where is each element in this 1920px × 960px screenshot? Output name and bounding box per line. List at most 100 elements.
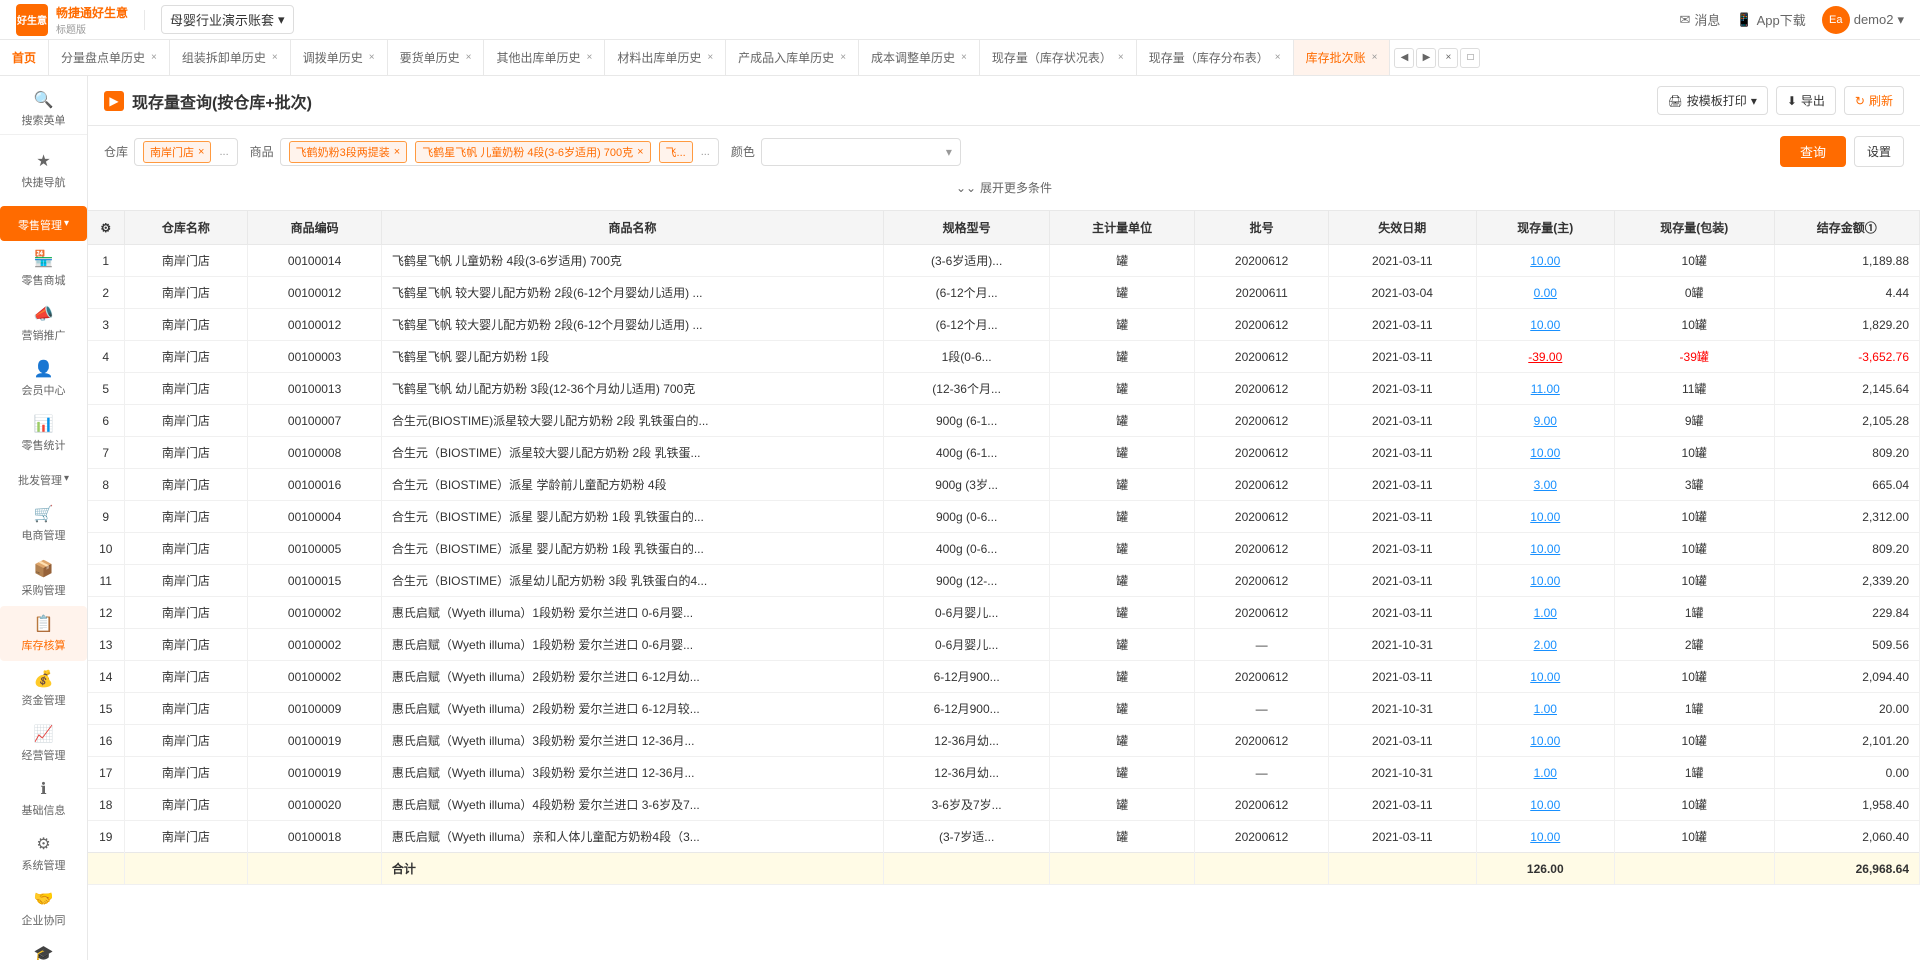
td-name: 飞鹤星飞帆 婴儿配方奶粉 1段 bbox=[381, 341, 883, 373]
td-qty-main[interactable]: 10.00 bbox=[1476, 533, 1614, 565]
tab-close-icon[interactable]: × bbox=[369, 52, 375, 63]
tab-材料出库单历史[interactable]: 材料出库单历史 × bbox=[605, 40, 726, 75]
tab-产成品入库单历史[interactable]: 产成品入库单历史 × bbox=[726, 40, 859, 75]
td-qty-main[interactable]: 10.00 bbox=[1476, 501, 1614, 533]
goods-tag1-close[interactable]: × bbox=[394, 146, 400, 158]
tab-其他出库单历史[interactable]: 其他出库单历史 × bbox=[484, 40, 605, 75]
td-qty-main[interactable]: 10.00 bbox=[1476, 565, 1614, 597]
sidebar-item-资金管理[interactable]: 💰 资金管理 bbox=[0, 661, 87, 716]
tab-prev-btn[interactable]: ◀ bbox=[1394, 48, 1414, 68]
warehouse-tag-close[interactable]: × bbox=[198, 146, 204, 158]
settings-btn[interactable]: 设置 bbox=[1854, 136, 1904, 167]
warehouse-input[interactable]: 南岸门店 × ... bbox=[134, 138, 238, 166]
td-expire: 2021-03-11 bbox=[1328, 661, 1476, 693]
td-expire: 2021-03-04 bbox=[1328, 277, 1476, 309]
total-qty: 126.00 bbox=[1476, 853, 1614, 885]
tab-close-icon[interactable]: × bbox=[961, 52, 967, 63]
tab-现存量库存状况表[interactable]: 现存量（库存状况表） × bbox=[980, 40, 1137, 75]
tab-成本调整单历史[interactable]: 成本调整单历史 × bbox=[859, 40, 980, 75]
td-qty-main[interactable]: 2.00 bbox=[1476, 629, 1614, 661]
tab-next-btn[interactable]: ▶ bbox=[1416, 48, 1436, 68]
td-qty-main[interactable]: 10.00 bbox=[1476, 245, 1614, 277]
sidebar-item-系统管理[interactable]: ⚙ 系统管理 bbox=[0, 826, 87, 881]
tab-调拨单历史[interactable]: 调拨单历史 × bbox=[291, 40, 388, 75]
tab-home[interactable]: 首页 bbox=[0, 40, 49, 75]
content-area: ▶ 现存量查询(按仓库+批次) 🖨 按模板打印 ▾ ⬇ 导出 ↻ bbox=[88, 76, 1920, 960]
expand-arrow-btn[interactable]: ▶ bbox=[104, 91, 124, 111]
td-qty-main[interactable]: 10.00 bbox=[1476, 661, 1614, 693]
tab-close-all-btn[interactable]: × bbox=[1438, 48, 1458, 68]
td-qty-main[interactable]: 9.00 bbox=[1476, 405, 1614, 437]
goods-tag2-close[interactable]: × bbox=[637, 146, 643, 158]
sidebar-search-btn[interactable]: 🔍 搜索英单 bbox=[0, 84, 87, 135]
sidebar-item-采购管理[interactable]: 📦 采购管理 bbox=[0, 551, 87, 606]
business-icon: 📈 bbox=[34, 724, 54, 744]
marketing-icon: 📣 bbox=[34, 304, 54, 324]
table-row: 7 南岸门店 00100008 合生元（BIOSTIME）派星较大婴儿配方奶粉 … bbox=[88, 437, 1920, 469]
sidebar-item-零售管理[interactable]: 零售管理 ▾ bbox=[0, 206, 87, 241]
sidebar-item-营销推广[interactable]: 📣 营销推广 bbox=[0, 296, 87, 351]
th-settings[interactable]: ⚙ bbox=[88, 211, 124, 245]
goods-input[interactable]: 飞鹤奶粉3段两提装 × 飞鹤星飞帆 儿童奶粉 4段(3-6岁适用) 700克 ×… bbox=[280, 138, 719, 166]
tab-库存批次账[interactable]: 库存批次账 × bbox=[1294, 40, 1391, 75]
expand-more-btn[interactable]: ⌄⌄ 展开更多条件 bbox=[956, 179, 1052, 196]
sidebar-item-零售商城[interactable]: 🏪 零售商城 bbox=[0, 241, 87, 296]
td-amount: 2,060.40 bbox=[1774, 821, 1919, 853]
sidebar-item-新手引导[interactable]: 🎓 新手引导 bbox=[0, 936, 87, 960]
sidebar-item-电商管理[interactable]: 🛒 电商管理 bbox=[0, 496, 87, 551]
user-area[interactable]: Ea demo2 ▾ bbox=[1822, 6, 1904, 34]
sidebar-item-基础信息[interactable]: ℹ 基础信息 bbox=[0, 771, 87, 826]
tab-close-icon[interactable]: × bbox=[466, 52, 472, 63]
tab-close-icon[interactable]: × bbox=[586, 52, 592, 63]
tab-close-icon[interactable]: × bbox=[840, 52, 846, 63]
app-download-btn[interactable]: 📱 App下载 bbox=[1736, 10, 1805, 29]
td-qty-main[interactable]: 1.00 bbox=[1476, 757, 1614, 789]
company-selector[interactable]: 母婴行业演示账套 ▾ bbox=[161, 5, 294, 34]
sidebar-item-经营管理[interactable]: 📈 经营管理 bbox=[0, 716, 87, 771]
sidebar-item-会员中心[interactable]: 👤 会员中心 bbox=[0, 351, 87, 406]
sidebar-item-企业协同[interactable]: 🤝 企业协同 bbox=[0, 881, 87, 936]
export-btn[interactable]: ⬇ 导出 bbox=[1776, 86, 1836, 115]
td-expire: 2021-03-11 bbox=[1328, 821, 1476, 853]
system-icon: ⚙ bbox=[36, 834, 50, 854]
tab-组装拆卸单历史[interactable]: 组装拆卸单历史 × bbox=[170, 40, 291, 75]
sidebar-item-批发管理[interactable]: 批发管理 ▾ bbox=[0, 461, 87, 496]
td-qty-main[interactable]: 10.00 bbox=[1476, 821, 1614, 853]
tab-close-icon[interactable]: × bbox=[1118, 52, 1124, 63]
td-qty-main[interactable]: 1.00 bbox=[1476, 597, 1614, 629]
tab-要货单历史[interactable]: 要货单历史 × bbox=[388, 40, 485, 75]
td-qty-pkg: 9罐 bbox=[1614, 405, 1774, 437]
app-icon: 📱 bbox=[1736, 12, 1752, 28]
search-btn[interactable]: 查询 bbox=[1780, 136, 1846, 167]
td-qty-main[interactable]: 3.00 bbox=[1476, 469, 1614, 501]
sidebar-item-库存核算[interactable]: 📋 库存核算 bbox=[0, 606, 87, 661]
td-qty-main[interactable]: 1.00 bbox=[1476, 693, 1614, 725]
td-qty-main[interactable]: 10.00 bbox=[1476, 437, 1614, 469]
refresh-btn[interactable]: ↻ 刷新 bbox=[1844, 86, 1904, 115]
td-qty-main[interactable]: 11.00 bbox=[1476, 373, 1614, 405]
tab-close-icon[interactable]: × bbox=[1372, 52, 1378, 63]
td-no: 5 bbox=[88, 373, 124, 405]
td-spec: 0-6月婴儿... bbox=[884, 629, 1050, 661]
tab-现存量库存分布表[interactable]: 现存量（库存分布表） × bbox=[1137, 40, 1294, 75]
color-input[interactable]: ▾ bbox=[761, 138, 961, 166]
td-qty-main[interactable]: 0.00 bbox=[1476, 277, 1614, 309]
td-qty-main[interactable]: -39.00 bbox=[1476, 341, 1614, 373]
td-qty-main[interactable]: 10.00 bbox=[1476, 309, 1614, 341]
tab-close-icon[interactable]: × bbox=[272, 52, 278, 63]
td-name: 惠氏启赋（Wyeth illuma）3段奶粉 爱尔兰进口 12-36月... bbox=[381, 757, 883, 789]
template-print-btn[interactable]: 🖨 按模板打印 ▾ bbox=[1657, 86, 1768, 115]
message-btn[interactable]: ✉ 消息 bbox=[1679, 10, 1720, 29]
td-batch: 20200612 bbox=[1195, 661, 1328, 693]
td-unit: 罐 bbox=[1049, 501, 1194, 533]
sidebar-item-零售统计[interactable]: 📊 零售统计 bbox=[0, 406, 87, 461]
td-qty-main[interactable]: 10.00 bbox=[1476, 725, 1614, 757]
td-qty-main[interactable]: 10.00 bbox=[1476, 789, 1614, 821]
tab-more-btn[interactable]: □ bbox=[1460, 48, 1480, 68]
tab-close-icon[interactable]: × bbox=[707, 52, 713, 63]
tab-分量盘点单历史[interactable]: 分量盘点单历史 × bbox=[49, 40, 170, 75]
sidebar-item-shortcut[interactable]: ★ 快捷导航 bbox=[0, 143, 87, 198]
tab-close-icon[interactable]: × bbox=[1275, 52, 1281, 63]
td-qty-pkg: 3罐 bbox=[1614, 469, 1774, 501]
tab-close-icon[interactable]: × bbox=[151, 52, 157, 63]
